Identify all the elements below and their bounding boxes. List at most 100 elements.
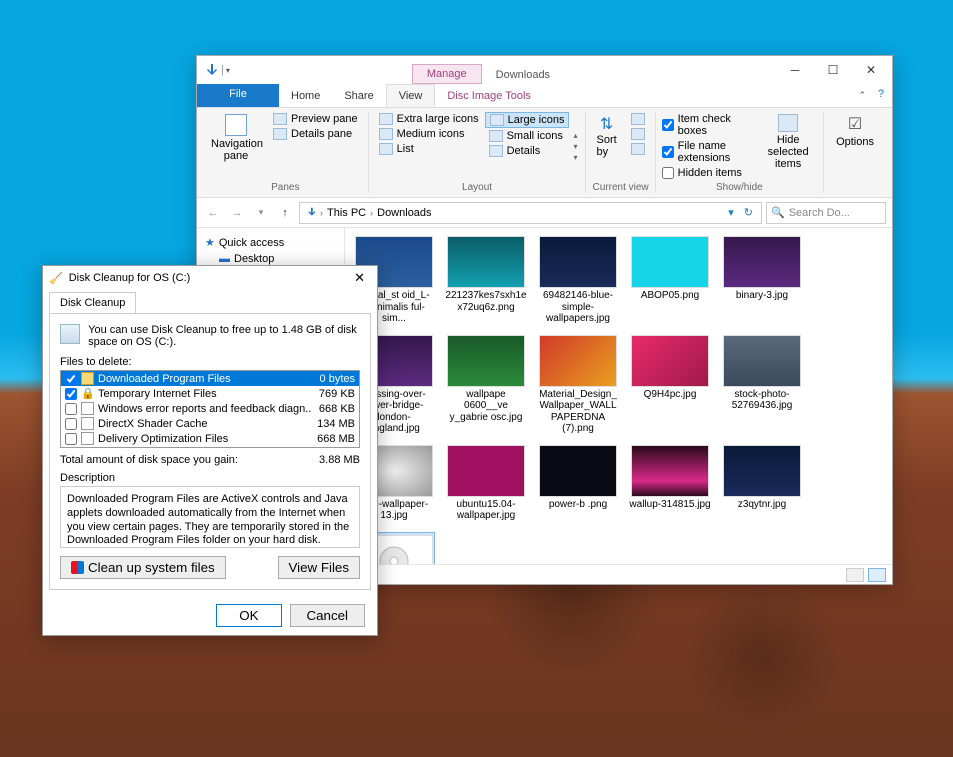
qat-dropdown-icon[interactable]: ▾ [226,66,230,75]
file-extensions-toggle[interactable]: File name extensions [662,139,754,165]
context-tab-manage[interactable]: Manage [412,64,482,84]
file-item[interactable]: ABOP05.png [629,236,711,325]
cleanup-item-checkbox[interactable] [65,418,77,430]
file-list[interactable]: aterial_st oid_L-pa nimalis ful-sim...22… [345,228,892,564]
preview-pane-icon [273,113,287,125]
cleanup-item[interactable]: Downloaded Program Files0 bytes [61,371,359,386]
file-item[interactable]: ubuntu15.04-wallpaper.jpg [445,445,527,522]
clean-system-files-button[interactable]: Clean up system files [60,556,226,579]
file-icon [81,417,94,430]
cleanup-item[interactable]: Windows error reports and feedback diagn… [61,401,359,416]
details-view-toggle[interactable] [846,568,864,582]
collapse-ribbon-icon[interactable]: ⌃ [858,90,866,101]
navigation-pane-label: Navigation pane [211,138,261,162]
cleanup-item[interactable]: 🔒Temporary Internet Files769 KB [61,386,359,401]
file-item[interactable]: 221237kes7sxh1ex72uq6z.png [445,236,527,325]
group-by-button[interactable] [627,112,649,126]
cancel-button[interactable]: Cancel [290,604,366,627]
cleanup-item-checkbox[interactable] [65,388,77,400]
desktop-icon: ▬ [219,253,230,265]
layout-more-icon[interactable]: ▾ [573,153,577,162]
file-thumbnail [447,335,525,387]
recent-locations-button[interactable]: ▾ [251,203,271,223]
sort-by-button[interactable]: ⇅ Sort by [592,112,620,180]
xl-icons-icon [379,113,393,125]
layout-scroll-up-icon[interactable]: ▴ [573,131,577,140]
sort-label: Sort by [596,134,616,158]
hide-selected-button[interactable]: Hide selected items [759,112,817,180]
breadcrumb-this-pc[interactable]: This PC [325,207,368,219]
add-columns-button[interactable] [627,127,649,141]
search-input[interactable]: 🔍 Search Do... [766,202,886,224]
cleanup-item-checkbox[interactable] [65,403,77,415]
breadcrumb-dropdown-icon[interactable]: ▾ [724,206,738,219]
hidden-items-checkbox[interactable] [662,167,674,179]
file-thumbnail [723,335,801,387]
view-files-button[interactable]: View Files [278,556,361,579]
small-icons-button[interactable]: Small icons [485,129,570,143]
file-name: binary-3.jpg [736,290,788,302]
cleanup-file-list[interactable]: Downloaded Program Files0 bytes🔒Temporar… [60,370,360,448]
chevron-right-icon[interactable]: › [370,208,373,218]
breadcrumb-downloads[interactable]: Downloads [375,207,433,219]
details-pane-button[interactable]: Details pane [269,127,362,141]
item-check-boxes-toggle[interactable]: Item check boxes [662,112,754,138]
refresh-button[interactable]: ↻ [740,206,757,219]
tab-home[interactable]: Home [279,84,332,107]
cleanup-item-checkbox[interactable] [65,433,77,445]
forward-button[interactable]: → [227,203,247,223]
file-item[interactable]: 69482146-blue-simple-wallpapers.jpg [537,236,619,325]
medium-icons-button[interactable]: Medium icons [375,127,483,141]
chevron-right-icon[interactable]: › [320,208,323,218]
show-hide-group-label: Show/hide [716,182,763,193]
up-button[interactable]: ↑ [275,203,295,223]
titlebar[interactable]: | ▾ Manage Downloads ─ ☐ ✕ [197,56,892,84]
tab-view[interactable]: View [386,84,436,107]
back-button[interactable]: ← [203,203,223,223]
thumbnails-view-toggle[interactable] [868,568,886,582]
tab-file[interactable]: File [197,84,279,107]
close-button[interactable]: ✕ [852,58,890,82]
file-item[interactable]: z3qytnr.jpg [721,445,803,522]
tab-share[interactable]: Share [332,84,385,107]
minimize-button[interactable]: ─ [776,58,814,82]
ok-button[interactable]: OK [216,604,281,627]
file-item[interactable]: stock-photo-52769436.jpg [721,335,803,435]
details-view-button[interactable]: Details [485,144,570,158]
navigation-pane-button[interactable]: Navigation pane [209,112,263,180]
dialog-titlebar[interactable]: 🧹 Disk Cleanup for OS (C:) ✕ [43,266,377,290]
file-item[interactable]: wallpape 0600__ve y_gabrie osc.jpg [445,335,527,435]
file-name: wallup-314815.jpg [629,499,710,511]
window-title: Downloads [482,66,564,84]
description-label: Description [60,472,360,484]
sidebar-quick-access[interactable]: ★ Quick access [201,234,340,251]
list-button[interactable]: List [375,142,483,156]
size-columns-button[interactable] [627,142,649,156]
file-extensions-checkbox[interactable] [662,146,674,158]
app-icon [203,62,219,78]
dialog-close-button[interactable]: ✕ [348,270,371,286]
cleanup-item[interactable]: DirectX Shader Cache134 MB [61,416,359,431]
total-label: Total amount of disk space you gain: [60,454,238,466]
file-item[interactable]: power-b .png [537,445,619,522]
tab-disc-image-tools[interactable]: Disc Image Tools [435,84,543,107]
preview-pane-button[interactable]: Preview pane [269,112,362,126]
tab-disk-cleanup[interactable]: Disk Cleanup [49,292,136,313]
file-item[interactable]: Q9H4pc.jpg [629,335,711,435]
file-item[interactable]: wallup-314815.jpg [629,445,711,522]
layout-scroll-down-icon[interactable]: ▾ [573,142,577,151]
lock-icon: 🔒 [81,387,94,400]
cleanup-item[interactable]: Delivery Optimization Files668 MB [61,431,359,446]
large-icons-button[interactable]: Large icons [485,112,570,128]
file-item[interactable]: binary-3.jpg [721,236,803,325]
hidden-items-toggle[interactable]: Hidden items [662,166,754,180]
breadcrumb[interactable]: › This PC › Downloads ▾ ↻ [299,202,762,224]
cleanup-item-checkbox[interactable] [65,373,77,385]
file-name: ABOP05.png [641,290,699,302]
extra-large-icons-button[interactable]: Extra large icons [375,112,483,126]
help-button[interactable]: ? [870,84,892,107]
options-button[interactable]: ☑ Options [830,112,880,150]
item-check-boxes-checkbox[interactable] [662,119,674,131]
file-item[interactable]: Material_Design_Wallpaper_WALLPAPERDNA (… [537,335,619,435]
maximize-button[interactable]: ☐ [814,58,852,82]
